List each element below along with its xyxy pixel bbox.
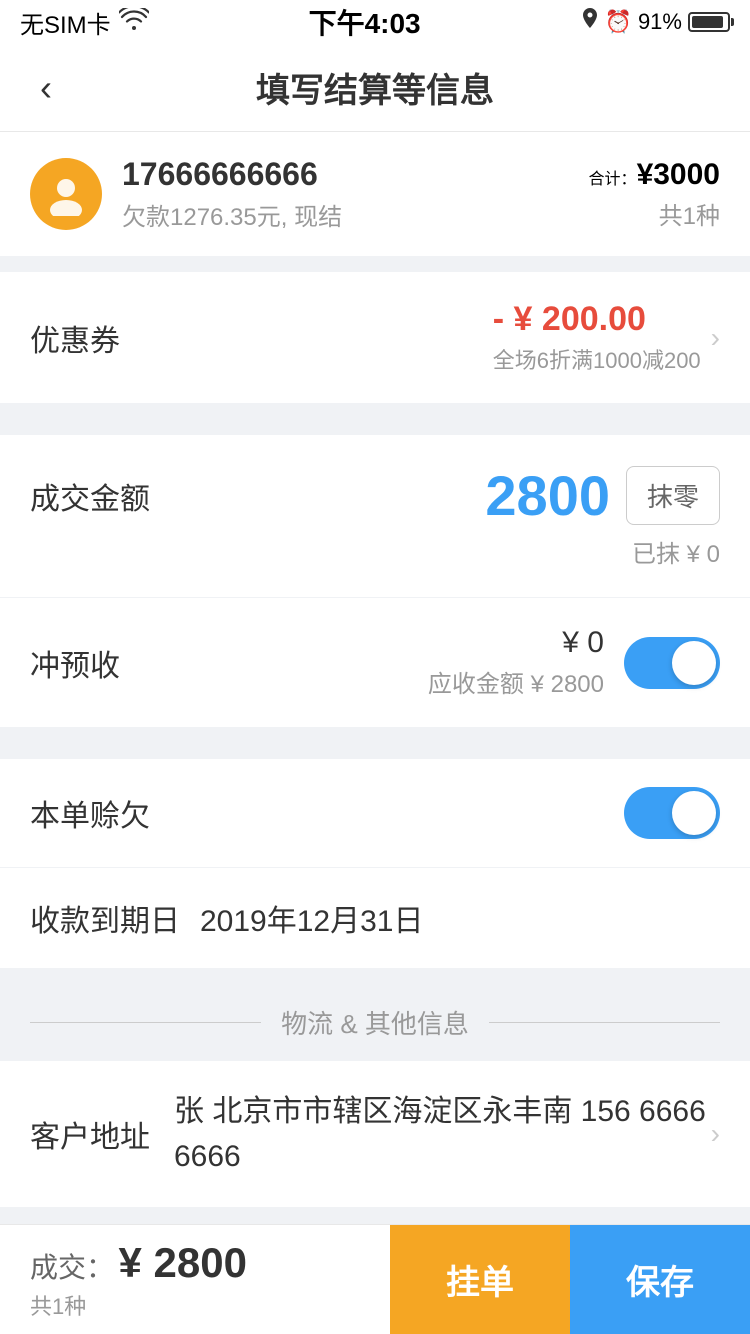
customer-info: 17666666666 欠款1276.35元, 现结 [122, 156, 342, 232]
bottom-count: 共1种 [30, 1289, 360, 1321]
credit-toggle-knob [672, 791, 716, 835]
customer-sub: 欠款1276.35元, 现结 [122, 197, 342, 232]
round-down-button[interactable]: 抹零 [626, 466, 720, 525]
date-row: 收款到期日 2019年12月31日 [0, 867, 750, 968]
amount-right: 2800 抹零 [485, 463, 720, 528]
divider-2 [0, 727, 750, 743]
customer-right: 合计：¥3000 共1种 [589, 158, 720, 231]
precollect-amount-block: ¥ 0 应收金额 ¥ 2800 [428, 626, 604, 699]
carrier-text: 无SIM卡 [20, 5, 111, 40]
transaction-amount: 2800 [485, 463, 610, 528]
location-icon [581, 8, 599, 36]
battery-pct: 91% [638, 9, 682, 35]
hold-order-button[interactable]: 挂单 [390, 1225, 570, 1334]
status-right: ⏰ 91% [581, 8, 730, 36]
avatar [30, 158, 102, 230]
credit-row: 本单赊欠 [0, 759, 750, 867]
transaction-section: 成交金额 2800 抹零 已抹 ¥ 0 [0, 435, 750, 597]
bottom-bar: 成交： ¥ 2800 共1种 挂单 保存 [0, 1224, 750, 1334]
bottom-deal-label: 成交： [30, 1252, 114, 1283]
coupon-label: 优惠券 [30, 316, 120, 360]
address-chevron-icon: › [711, 1118, 720, 1150]
coupon-desc: 全场6折满1000减200 [493, 343, 701, 375]
save-button[interactable]: 保存 [570, 1225, 750, 1334]
back-button[interactable]: ‹ [30, 57, 62, 119]
toggle-knob [672, 641, 716, 685]
customer-card: 17666666666 欠款1276.35元, 现结 合计：¥3000 共1种 [0, 132, 750, 256]
logistics-line-right [489, 1022, 720, 1023]
coupon-info: - ¥ 200.00 全场6折满1000减200 [493, 300, 701, 375]
nav-bar: ‹ 填写结算等信息 [0, 44, 750, 132]
logistics-text: 物流 & 其他信息 [261, 1004, 489, 1041]
page-title: 填写结算等信息 [256, 63, 494, 112]
status-time: 下午4:03 [309, 2, 421, 42]
logistics-divider: 物流 & 其他信息 [0, 984, 750, 1061]
coupon-right: - ¥ 200.00 全场6折满1000减200 › [493, 300, 720, 375]
divider-1 [0, 419, 750, 435]
address-row[interactable]: 客户地址 张 北京市市辖区海淀区永丰南 156 6666 6666 › [0, 1061, 750, 1207]
status-bar: 无SIM卡 下午4:03 ⏰ 91% [0, 0, 750, 44]
bottom-amount: ¥ 2800 [118, 1239, 246, 1286]
coupon-discount: - ¥ 200.00 [493, 300, 701, 339]
precollect-right: ¥ 0 应收金额 ¥ 2800 [428, 626, 720, 699]
precollect-label: 冲预收 [30, 641, 120, 685]
bottom-summary: 成交： ¥ 2800 共1种 [0, 1239, 390, 1321]
total-count: 共1种 [589, 196, 720, 231]
credit-label: 本单赊欠 [30, 791, 150, 835]
precollect-sub: 应收金额 ¥ 2800 [428, 664, 604, 699]
credit-section: 本单赊欠 收款到期日 2019年12月31日 [0, 759, 750, 968]
date-value: 2019年12月31日 [200, 896, 423, 940]
transaction-row: 成交金额 2800 抹零 [30, 463, 720, 528]
bottom-deal-row: 成交： ¥ 2800 [30, 1239, 360, 1287]
main-content: 17666666666 欠款1276.35元, 现结 合计：¥3000 共1种 … [0, 132, 750, 1327]
precollect-toggle[interactable] [624, 637, 720, 689]
chevron-right-icon: › [711, 322, 720, 354]
date-label: 收款到期日 [30, 896, 180, 940]
credit-toggle[interactable] [624, 787, 720, 839]
customer-phone: 17666666666 [122, 156, 342, 193]
address-label: 客户地址 [30, 1112, 150, 1156]
logistics-line-left [30, 1022, 261, 1023]
address-value: 张 北京市市辖区海淀区永丰南 156 6666 6666 [174, 1089, 711, 1179]
precollect-row: 冲预收 ¥ 0 应收金额 ¥ 2800 [0, 597, 750, 727]
customer-left: 17666666666 欠款1276.35元, 现结 [30, 156, 342, 232]
alarm-icon: ⏰ [605, 9, 632, 35]
battery-icon [688, 12, 730, 32]
status-left: 无SIM卡 [20, 5, 149, 40]
transaction-label: 成交金额 [30, 474, 150, 518]
wifi-icon [119, 8, 149, 37]
precollect-amount: ¥ 0 [428, 626, 604, 660]
total-label: 合计：¥3000 [589, 158, 720, 192]
transaction-sub: 已抹 ¥ 0 [30, 534, 720, 569]
coupon-row[interactable]: 优惠券 - ¥ 200.00 全场6折满1000减200 › [0, 272, 750, 403]
